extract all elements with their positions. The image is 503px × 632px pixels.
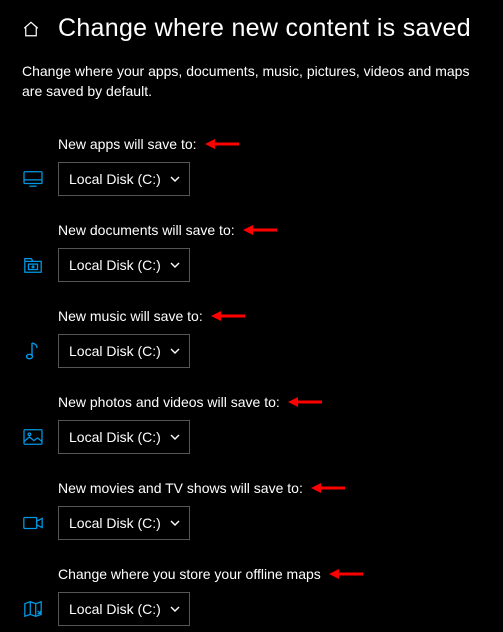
maps-icon	[22, 598, 44, 620]
setting-label: New documents will save to:	[58, 222, 235, 238]
chevron-down-icon	[169, 603, 181, 615]
select-value: Local Disk (C:)	[69, 171, 161, 187]
home-icon[interactable]	[22, 20, 40, 38]
arrow-annotation-icon	[241, 224, 279, 236]
chevron-down-icon	[169, 345, 181, 357]
arrow-annotation-icon	[309, 482, 347, 494]
save-location-select[interactable]: Local Disk (C:)	[58, 592, 190, 626]
arrow-annotation-icon	[203, 138, 241, 150]
setting-label: New movies and TV shows will save to:	[58, 480, 303, 496]
select-value: Local Disk (C:)	[69, 429, 161, 445]
chevron-down-icon	[169, 517, 181, 529]
chevron-down-icon	[169, 173, 181, 185]
setting-row: Change where you store your offline maps…	[22, 566, 481, 626]
setting-label: Change where you store your offline maps	[58, 566, 321, 582]
select-value: Local Disk (C:)	[69, 343, 161, 359]
setting-label: New photos and videos will save to:	[58, 394, 280, 410]
save-location-select[interactable]: Local Disk (C:)	[58, 162, 190, 196]
documents-icon	[22, 254, 44, 276]
chevron-down-icon	[169, 431, 181, 443]
select-value: Local Disk (C:)	[69, 601, 161, 617]
page-title: Change where new content is saved	[58, 14, 471, 43]
music-icon	[22, 340, 44, 362]
movies-icon	[22, 512, 44, 534]
setting-row: New documents will save to: Local Disk (C…	[22, 222, 481, 282]
arrow-annotation-icon	[286, 396, 324, 408]
select-value: Local Disk (C:)	[69, 257, 161, 273]
setting-row: New apps will save to: Local Disk (C:)	[22, 136, 481, 196]
apps-icon	[22, 168, 44, 190]
setting-row: New music will save to: Local Disk (C:)	[22, 308, 481, 368]
page-subtitle: Change where your apps, documents, music…	[0, 53, 503, 110]
arrow-annotation-icon	[327, 568, 365, 580]
setting-label: New apps will save to:	[58, 136, 197, 152]
select-value: Local Disk (C:)	[69, 515, 161, 531]
chevron-down-icon	[169, 259, 181, 271]
save-location-select[interactable]: Local Disk (C:)	[58, 334, 190, 368]
setting-row: New movies and TV shows will save to: Loc…	[22, 480, 481, 540]
arrow-annotation-icon	[209, 310, 247, 322]
setting-label: New music will save to:	[58, 308, 203, 324]
save-location-select[interactable]: Local Disk (C:)	[58, 248, 190, 282]
save-location-select[interactable]: Local Disk (C:)	[58, 420, 190, 454]
save-location-select[interactable]: Local Disk (C:)	[58, 506, 190, 540]
setting-row: New photos and videos will save to: Local…	[22, 394, 481, 454]
photos-icon	[22, 426, 44, 448]
